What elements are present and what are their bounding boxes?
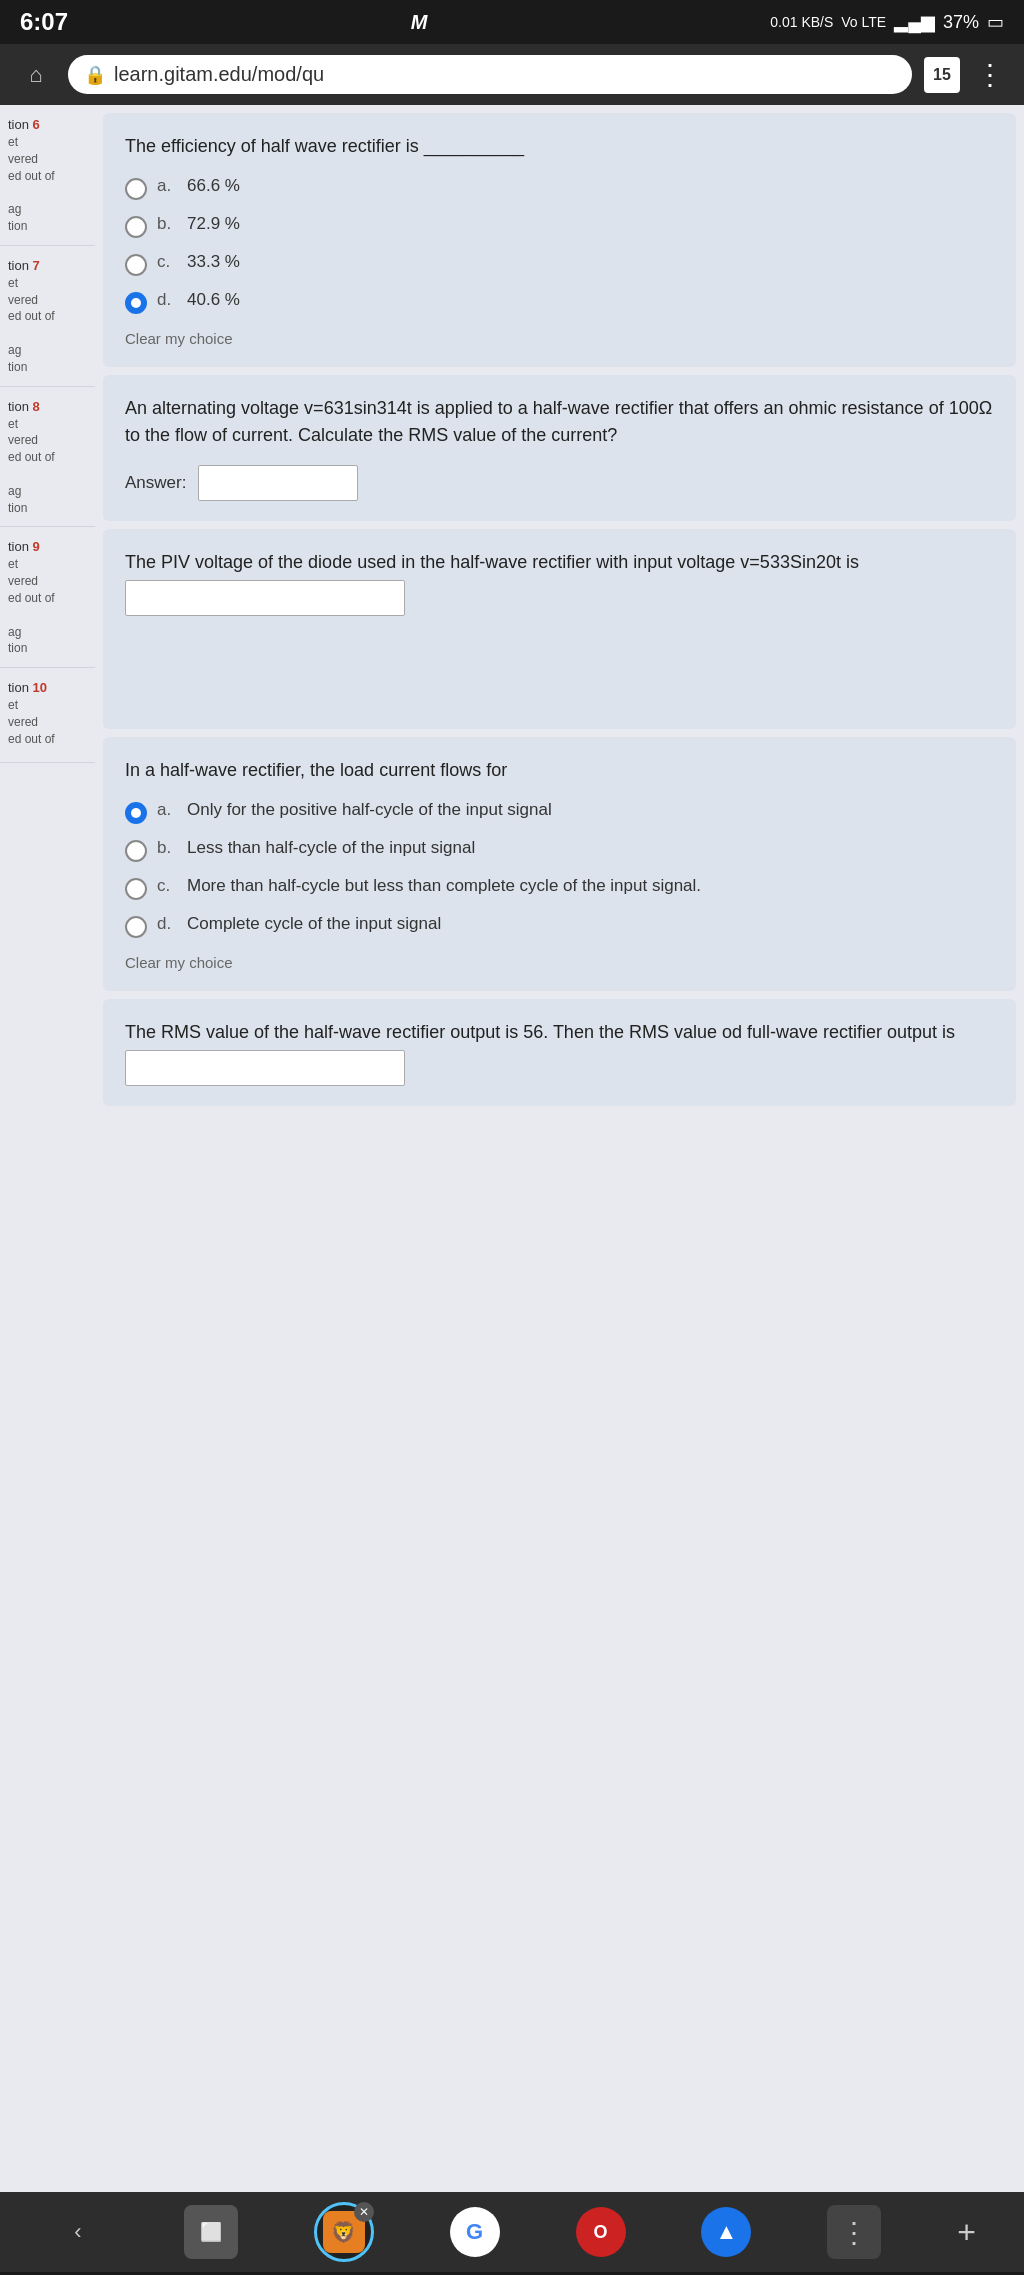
google-button[interactable]: G (450, 2207, 500, 2257)
option-9c[interactable]: c. More than half-cycle but less than co… (125, 876, 994, 900)
battery-level: 37% (943, 12, 979, 33)
question-7-answer-row: Answer: (125, 465, 994, 501)
option-9d-text: Complete cycle of the input signal (187, 914, 441, 934)
option-6c-text: 33.3 % (187, 252, 240, 272)
bottom-nav: ‹ ⬜ 🦁 ✕ G O ▲ ⋮ + (0, 2192, 1024, 2272)
address-bar[interactable]: 🔒 learn.gitam.edu/mod/qu (68, 55, 912, 94)
plus-button[interactable]: + (957, 2214, 976, 2251)
answer-label-7: Answer: (125, 473, 186, 493)
question-8-text-container: The PIV voltage of the diode used in the… (125, 549, 994, 616)
sidebar: tion 6 etvereded out ofagtion tion 7 etv… (0, 105, 95, 2192)
option-9c-text: More than half-cycle but less than compl… (187, 876, 701, 896)
radio-9d[interactable] (125, 916, 147, 938)
option-6d[interactable]: d. 40.6 % (125, 290, 994, 314)
question-9-options: a. Only for the positive half-cycle of t… (125, 800, 994, 938)
sidebar-item-q6: tion 6 etvereded out ofagtion (0, 105, 95, 246)
radio-9a[interactable] (125, 802, 147, 824)
question-8-text-part1: The PIV voltage of the diode used in the… (125, 549, 859, 576)
option-6b-text: 72.9 % (187, 214, 240, 234)
network-type: Vo LTE (841, 14, 886, 30)
question-9-card: In a half-wave rectifier, the load curre… (103, 737, 1016, 991)
sidebar-item-q9: tion 9 etvereded out ofagtion (0, 527, 95, 668)
question-10-text: The RMS value of the half-wave rectifier… (125, 1019, 955, 1046)
option-9a[interactable]: a. Only for the positive half-cycle of t… (125, 800, 994, 824)
active-browser-button[interactable]: 🦁 ✕ (314, 2202, 374, 2262)
main-content: tion 6 etvereded out ofagtion tion 7 etv… (0, 105, 1024, 2192)
sidebar-item-q7: tion 7 etvereded out ofagtion (0, 246, 95, 387)
clear-choice-6[interactable]: Clear my choice (125, 330, 994, 347)
questions-area: The efficiency of half wave rectifier is… (95, 105, 1024, 2192)
answer-input-8[interactable] (125, 580, 405, 616)
option-6d-text: 40.6 % (187, 290, 240, 310)
question-8-card: The PIV voltage of the diode used in the… (103, 529, 1016, 729)
question-6-text: The efficiency of half wave rectifier is… (125, 133, 994, 160)
status-right: 0.01 KB/S Vo LTE ▂▄▆ 37% ▭ (770, 11, 1004, 33)
question-9-text: In a half-wave rectifier, the load curre… (125, 757, 994, 784)
data-speed: 0.01 KB/S (770, 14, 833, 30)
status-time: 6:07 (20, 8, 68, 36)
radio-6c[interactable] (125, 254, 147, 276)
battery-icon: ▭ (987, 11, 1004, 33)
sidebar-item-q10: tion 10 etvereded out of (0, 668, 95, 763)
back-button[interactable]: ‹ (48, 2202, 108, 2262)
question-7-text: An alternating voltage v=631sin314t is a… (125, 395, 994, 449)
radio-6b[interactable] (125, 216, 147, 238)
option-9b-text: Less than half-cycle of the input signal (187, 838, 475, 858)
radio-6a[interactable] (125, 178, 147, 200)
question-6-card: The efficiency of half wave rectifier is… (103, 113, 1016, 367)
lock-icon: 🔒 (84, 64, 106, 86)
option-6b[interactable]: b. 72.9 % (125, 214, 994, 238)
more-apps-button[interactable]: ⋮ (827, 2205, 881, 2259)
browser-chrome: ⌂ 🔒 learn.gitam.edu/mod/qu 15 ⋮ (0, 44, 1024, 105)
clear-choice-9[interactable]: Clear my choice (125, 954, 994, 971)
radio-9b[interactable] (125, 840, 147, 862)
option-6a-text: 66.6 % (187, 176, 240, 196)
question-10-card: The RMS value of the half-wave rectifier… (103, 999, 1016, 1106)
signal-bars: ▂▄▆ (894, 11, 935, 33)
opera-button[interactable]: O (576, 2207, 626, 2257)
status-bar: 6:07 M 0.01 KB/S Vo LTE ▂▄▆ 37% ▭ (0, 0, 1024, 44)
option-9d[interactable]: d. Complete cycle of the input signal (125, 914, 994, 938)
sidebar-item-q8: tion 8 etvereded out ofagtion (0, 387, 95, 528)
home-button[interactable]: ⌂ (16, 55, 56, 95)
url-text: learn.gitam.edu/mod/qu (114, 63, 324, 86)
option-6a[interactable]: a. 66.6 % (125, 176, 994, 200)
option-6c[interactable]: c. 33.3 % (125, 252, 994, 276)
status-mail-icon: M (411, 11, 428, 34)
question-6-options: a. 66.6 % b. 72.9 % c. 33.3 % d. 40.6 % (125, 176, 994, 314)
tab-count[interactable]: 15 (924, 57, 960, 93)
question-7-card: An alternating voltage v=631sin314t is a… (103, 375, 1016, 521)
menu-button[interactable]: ⋮ (972, 54, 1008, 95)
answer-input-7[interactable] (198, 465, 358, 501)
question-10-text-container: The RMS value of the half-wave rectifier… (125, 1019, 994, 1086)
option-9b[interactable]: b. Less than half-cycle of the input sig… (125, 838, 994, 862)
option-9a-text: Only for the positive half-cycle of the … (187, 800, 552, 820)
radio-9c[interactable] (125, 878, 147, 900)
browser-tab-icon[interactable]: ⬜ (184, 2205, 238, 2259)
radio-6d[interactable] (125, 292, 147, 314)
answer-input-10[interactable] (125, 1050, 405, 1086)
up-button[interactable]: ▲ (701, 2207, 751, 2257)
